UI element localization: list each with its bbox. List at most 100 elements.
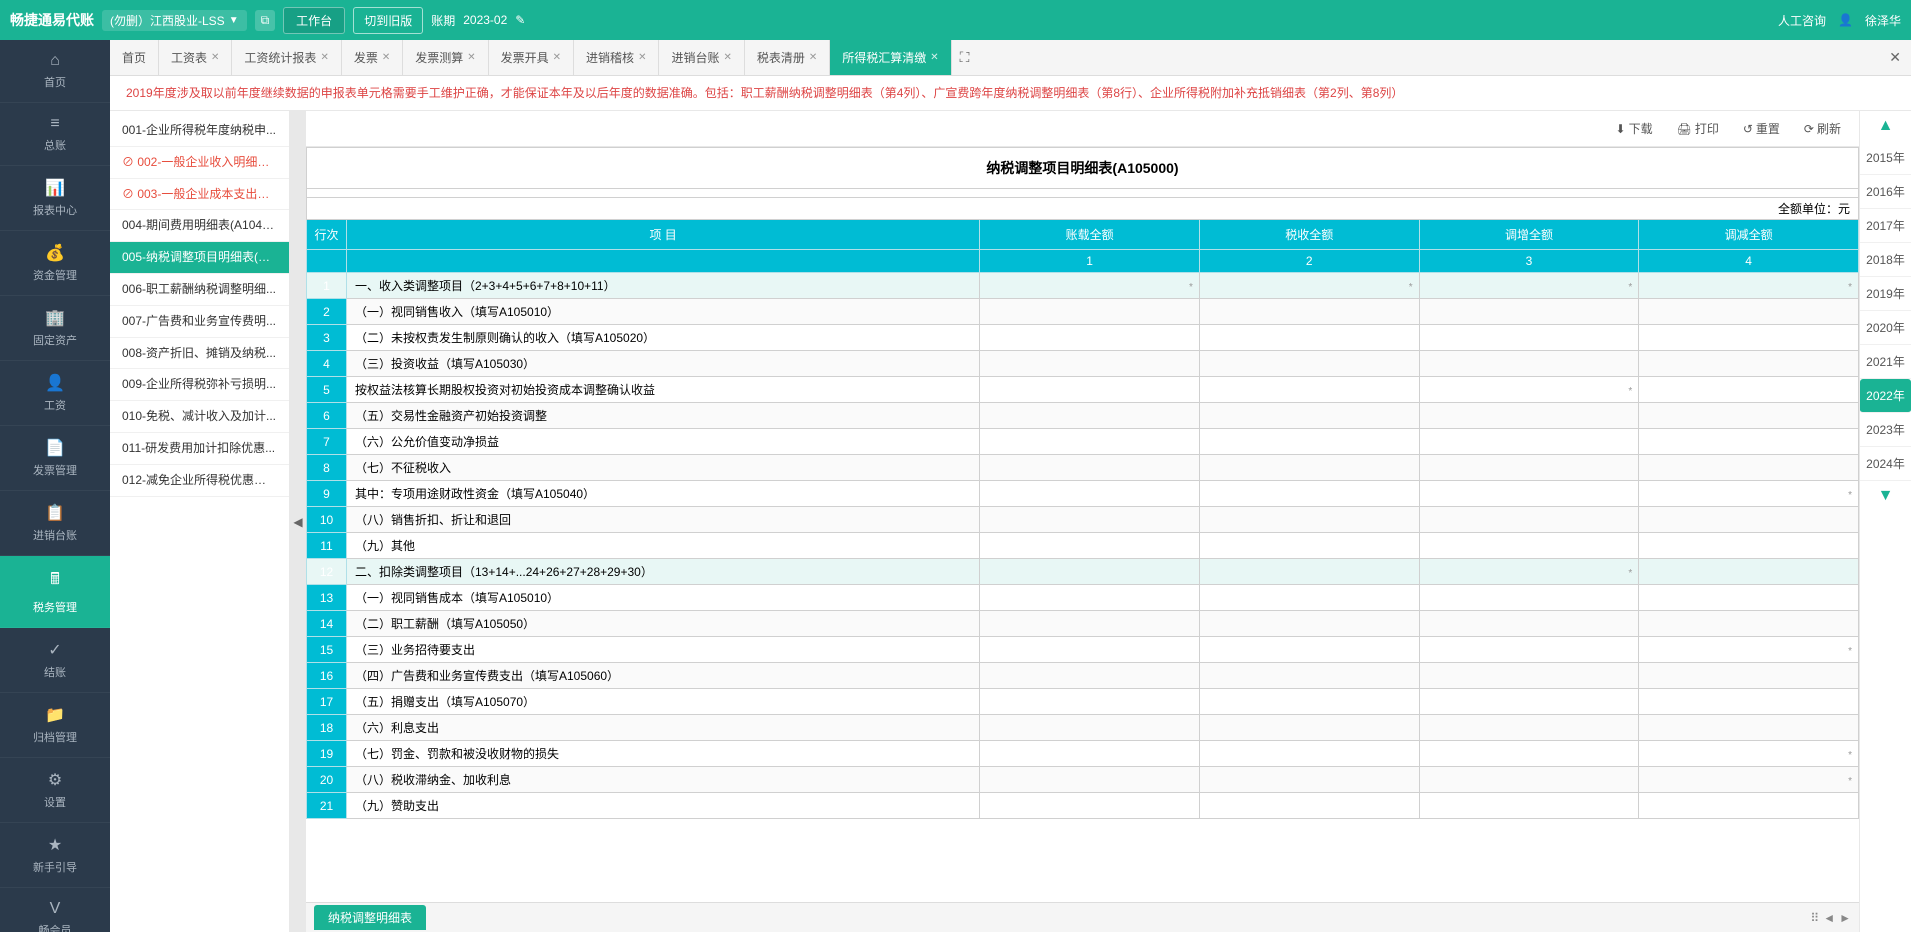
data-cell-col1[interactable] [980, 507, 1200, 533]
data-cell-col4[interactable] [1639, 299, 1859, 325]
data-cell-col2[interactable]: * [1199, 273, 1419, 299]
data-cell-col3[interactable] [1419, 403, 1639, 429]
data-cell-col3[interactable]: * [1419, 559, 1639, 585]
tab-invoice-open[interactable]: 发票开具✕ [489, 40, 574, 76]
left-nav-item-012[interactable]: 012-减免企业所得税优惠明细... [110, 465, 289, 497]
data-cell-col1[interactable] [980, 689, 1200, 715]
data-cell-col1[interactable] [980, 585, 1200, 611]
data-cell-col3[interactable] [1419, 689, 1639, 715]
data-cell-col3[interactable] [1419, 351, 1639, 377]
data-cell-col3[interactable] [1419, 325, 1639, 351]
data-cell-col4[interactable] [1639, 689, 1859, 715]
year-nav-up-button[interactable]: ▲ [1860, 111, 1911, 141]
data-cell-col3[interactable] [1419, 767, 1639, 793]
tab-tax-clear[interactable]: 税表清册✕ [745, 40, 830, 76]
data-cell-col1[interactable] [980, 611, 1200, 637]
data-cell-col3[interactable] [1419, 637, 1639, 663]
sidebar-item-ledger[interactable]: ≡ 总账 [0, 103, 110, 166]
data-cell-col4[interactable] [1639, 507, 1859, 533]
tab-close-invoice-open[interactable]: ✕ [553, 52, 561, 63]
tab-invoice-ledger[interactable]: 进销台账✕ [659, 40, 744, 76]
data-cell-col2[interactable] [1199, 403, 1419, 429]
data-cell-col4[interactable] [1639, 793, 1859, 819]
left-nav-item-006[interactable]: 006-职工薪酬纳税调整明细... [110, 274, 289, 306]
user-name[interactable]: 徐泽华 [1865, 12, 1901, 29]
data-cell-col2[interactable] [1199, 377, 1419, 403]
data-cell-col4[interactable] [1639, 663, 1859, 689]
download-button[interactable]: ⬇ 下载 [1610, 117, 1659, 140]
year-item-2017年[interactable]: 2017年 [1860, 209, 1911, 243]
data-cell-col1[interactable] [980, 767, 1200, 793]
data-cell-col2[interactable] [1199, 481, 1419, 507]
data-cell-col4[interactable]: * [1639, 767, 1859, 793]
data-cell-col2[interactable] [1199, 455, 1419, 481]
copy-button[interactable]: ⧉ [255, 10, 276, 31]
data-cell-col4[interactable] [1639, 403, 1859, 429]
left-nav-item-005[interactable]: 005-纳税调整项目明细表(A1... [110, 242, 289, 274]
left-nav-item-002[interactable]: ⊘ 002-一般企业收入明细表(A1... [110, 147, 289, 179]
sidebar-item-assets[interactable]: 🏢 固定资产 [0, 296, 110, 361]
sidebar-item-home[interactable]: ⌂ 首页 [0, 40, 110, 103]
data-cell-col3[interactable] [1419, 585, 1639, 611]
data-cell-col1[interactable] [980, 715, 1200, 741]
tab-close-tax-clear[interactable]: ✕ [809, 52, 817, 63]
data-cell-col2[interactable] [1199, 637, 1419, 663]
sidebar-item-salary[interactable]: 👤 工资 [0, 361, 110, 426]
data-cell-col1[interactable] [980, 559, 1200, 585]
left-nav-item-003[interactable]: ⊘ 003-一般企业成本支出明细... [110, 179, 289, 211]
sidebar-item-invoice-mgmt[interactable]: 📄 发票管理 [0, 426, 110, 491]
data-cell-col4[interactable] [1639, 429, 1859, 455]
data-cell-col4[interactable]: * [1639, 481, 1859, 507]
left-nav-item-007[interactable]: 007-广告费和业务宣传费明... [110, 306, 289, 338]
sheet-tab-main[interactable]: 纳税调整明细表 [314, 905, 426, 930]
data-cell-col3[interactable] [1419, 481, 1639, 507]
left-nav-item-011[interactable]: 011-研发费用加计扣除优惠... [110, 433, 289, 465]
left-nav-item-010[interactable]: 010-免税、减计收入及加计... [110, 401, 289, 433]
data-cell-col2[interactable] [1199, 689, 1419, 715]
data-cell-col4[interactable] [1639, 455, 1859, 481]
left-nav-item-008[interactable]: 008-资产折旧、摊销及纳税... [110, 338, 289, 370]
table-wrapper[interactable]: 纳税调整项目明细表(A105000)全额单位：元行次项 目账载全额税收全额调增全… [306, 147, 1859, 902]
data-cell-col3[interactable] [1419, 299, 1639, 325]
tab-home[interactable]: 首页 [110, 40, 159, 76]
data-cell-col2[interactable] [1199, 793, 1419, 819]
data-cell-col3[interactable] [1419, 507, 1639, 533]
year-nav-down-button[interactable]: ▼ [1860, 481, 1911, 511]
scroll-right-button[interactable]: ► [1839, 911, 1851, 925]
left-nav-item-004[interactable]: 004-期间费用明细表(A1040... [110, 210, 289, 242]
tab-invoice-calc[interactable]: 发票测算✕ [403, 40, 488, 76]
data-cell-col3[interactable] [1419, 741, 1639, 767]
tab-close-invoice-ledger[interactable]: ✕ [723, 52, 731, 63]
data-cell-col4[interactable] [1639, 585, 1859, 611]
year-item-2024年[interactable]: 2024年 [1860, 447, 1911, 481]
data-cell-col4[interactable] [1639, 351, 1859, 377]
consult-button[interactable]: 人工咨询 [1778, 12, 1826, 29]
data-cell-col2[interactable] [1199, 351, 1419, 377]
data-cell-col2[interactable] [1199, 325, 1419, 351]
left-nav-item-001[interactable]: 001-企业所得税年度纳税申... [110, 115, 289, 147]
workbench-button[interactable]: 工作台 [283, 7, 345, 34]
tab-close-salary[interactable]: ✕ [211, 52, 219, 63]
tab-close-invoice[interactable]: ✕ [382, 52, 390, 63]
data-cell-col3[interactable] [1419, 611, 1639, 637]
year-item-2016年[interactable]: 2016年 [1860, 175, 1911, 209]
data-cell-col3[interactable] [1419, 793, 1639, 819]
scroll-left-button[interactable]: ◄ [1823, 911, 1835, 925]
tab-invoice-in[interactable]: 进销稽核✕ [574, 40, 659, 76]
year-item-2018年[interactable]: 2018年 [1860, 243, 1911, 277]
data-cell-col2[interactable] [1199, 663, 1419, 689]
data-cell-col4[interactable]: * [1639, 273, 1859, 299]
tab-close-salary-report[interactable]: ✕ [320, 52, 328, 63]
sidebar-item-vip[interactable]: V 畅会员 [0, 888, 110, 932]
data-cell-col2[interactable] [1199, 507, 1419, 533]
sidebar-item-newbie[interactable]: ★ 新手引导 [0, 823, 110, 888]
old-version-button[interactable]: 切到旧版 [353, 7, 423, 34]
data-cell-col1[interactable]: * [980, 273, 1200, 299]
data-cell-col1[interactable] [980, 299, 1200, 325]
data-cell-col4[interactable]: * [1639, 741, 1859, 767]
data-cell-col4[interactable] [1639, 377, 1859, 403]
data-cell-col2[interactable] [1199, 715, 1419, 741]
data-cell-col3[interactable]: * [1419, 377, 1639, 403]
data-cell-col1[interactable] [980, 351, 1200, 377]
data-cell-col2[interactable] [1199, 533, 1419, 559]
